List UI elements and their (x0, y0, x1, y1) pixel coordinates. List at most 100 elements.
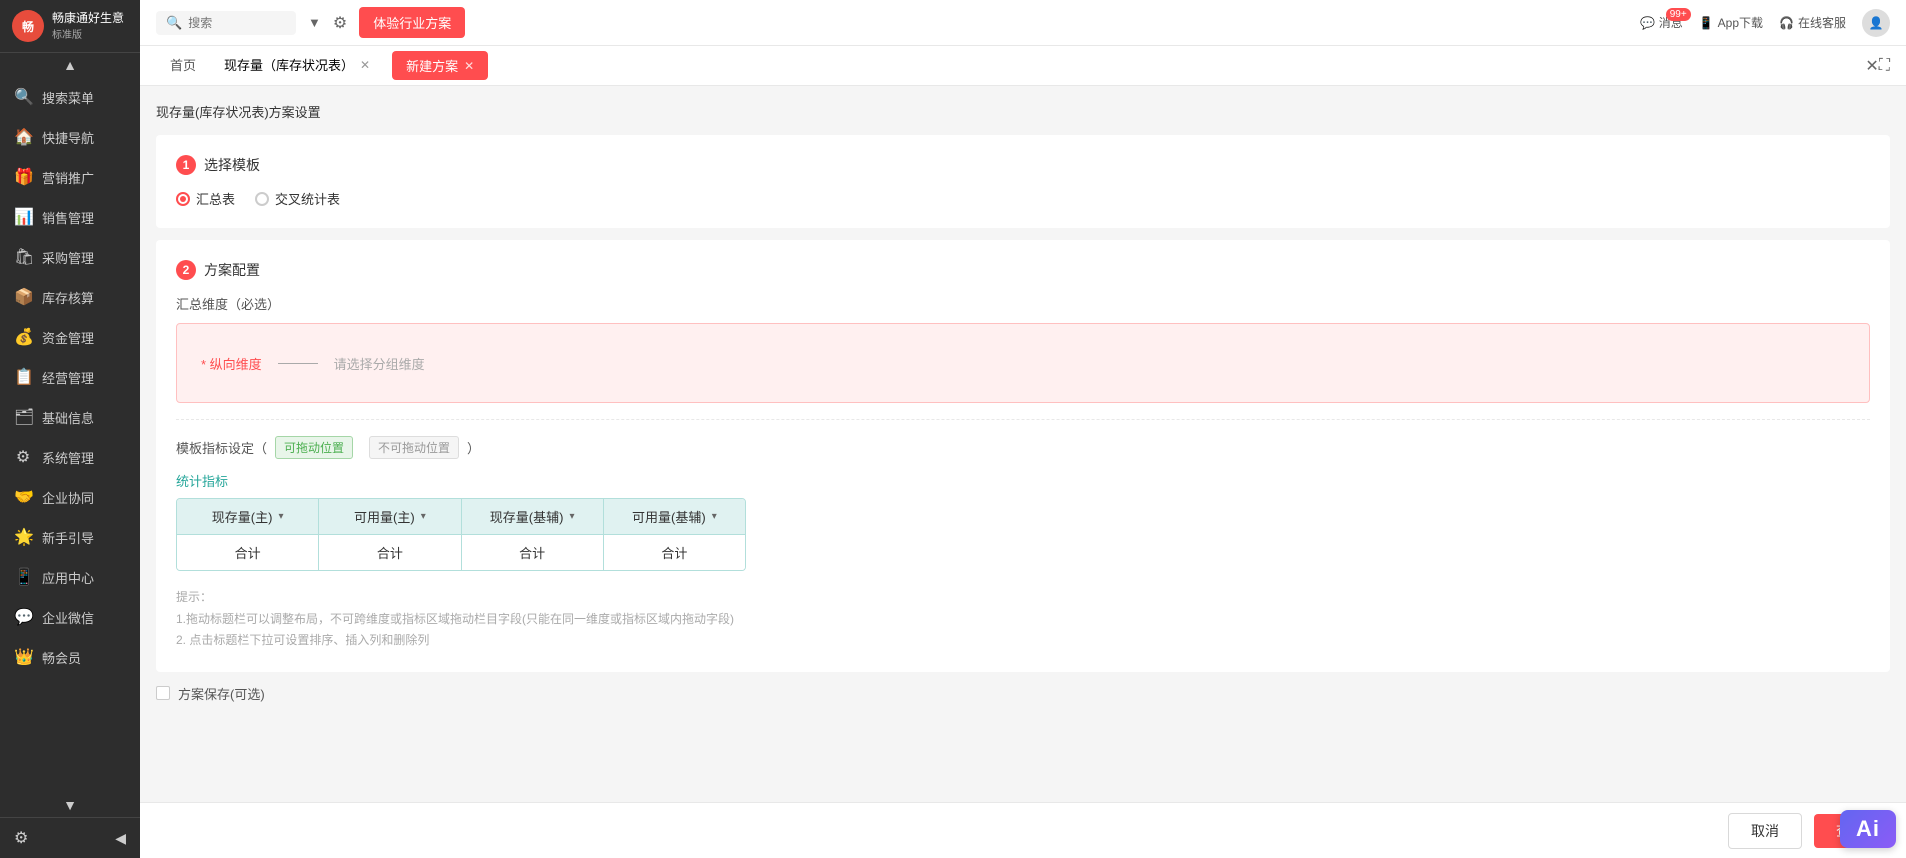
dimension-box[interactable]: * 纵向维度 请选择分组维度 (176, 323, 1870, 403)
collapse-icon[interactable]: ◀ (115, 830, 126, 847)
tab-inventory-status[interactable]: 现存量（库存状况表） ✕ (210, 47, 384, 84)
messages-wrap[interactable]: 💬 消息 99+ (1640, 14, 1682, 31)
settings-icon[interactable]: ⚙ (14, 828, 28, 848)
col-header-label-2: 现存量(基辅) (490, 507, 564, 526)
tips-section: 提示： 1.拖动标题栏可以调整布局，不可跨维度或指标区域拖动栏目字段(只能在同一… (176, 587, 1870, 652)
stats-title: 统计指标 (176, 471, 1870, 490)
quick-nav-icon: 🏠 (14, 127, 32, 147)
indicator-close-paren: ） (467, 438, 480, 457)
sidebar-item-new-guide[interactable]: 🌟 新手引导 (0, 517, 140, 557)
search-box[interactable]: 🔍 (156, 11, 296, 35)
chevron-icon-3: ▾ (712, 511, 717, 522)
expand-panel-btn[interactable]: ⛶ (1879, 57, 1890, 75)
tab-new-scheme[interactable]: 新建方案 ✕ (392, 51, 488, 80)
tabs-bar: 首页 现存量（库存状况表） ✕ 新建方案 ✕ ✕ ⛶ (140, 46, 1906, 86)
col-header-0[interactable]: 现存量(主) ▾ (177, 499, 319, 534)
topbar-left: 🔍 ▼ ⚙ 体验行业方案 (156, 7, 465, 38)
radio-cross[interactable]: 交叉统计表 (255, 189, 340, 208)
sidebar-item-label: 资金管理 (42, 328, 94, 347)
search-input[interactable] (188, 16, 286, 30)
save-option: 方案保存(可选) (156, 684, 1890, 703)
col-header-label-3: 可用量(基辅) (632, 507, 706, 526)
tab-new-close[interactable]: ✕ (464, 59, 474, 73)
main-area: 🔍 ▼ ⚙ 体验行业方案 💬 消息 99+ 📱 App下载 🎧 在线客服 👤 (140, 0, 1906, 858)
tip-2: 2. 点击标题栏下拉可设置排序、插入列和删除列 (176, 630, 1870, 652)
step2-card: 2 方案配置 汇总维度（必选） * 纵向维度 请选择分组维度 模板指标设定（ 可… (156, 240, 1890, 672)
sidebar-item-label: 企业微信 (42, 608, 94, 627)
aggregate-dim-label: 汇总维度（必选） (176, 294, 1870, 313)
sales-icon: 📊 (14, 207, 32, 227)
app-version: 标准版 (52, 26, 124, 41)
search-menu-icon: 🔍 (14, 87, 32, 107)
sidebar-item-app-center[interactable]: 📱 应用中心 (0, 557, 140, 597)
save-label: 方案保存(可选) (178, 684, 265, 703)
col-header-1[interactable]: 可用量(主) ▾ (319, 499, 461, 534)
online-service-btn[interactable]: 🎧 在线客服 (1779, 14, 1846, 31)
step1-card: 1 选择模板 汇总表 交叉统计表 (156, 135, 1890, 228)
ai-badge[interactable]: Ai (1840, 810, 1896, 848)
sidebar-item-operations[interactable]: 📋 经营管理 (0, 357, 140, 397)
sidebar-item-inventory[interactable]: 📦 库存核算 (0, 277, 140, 317)
stats-table: 现存量(主) ▾ 可用量(主) ▾ 现存量(基辅) ▾ 可用量(基辅) (176, 498, 746, 571)
indicator-setting-label: 模板指标设定（ 可拖动位置 不可拖动位置 ） (176, 436, 1870, 459)
sidebar-item-label: 企业协同 (42, 488, 94, 507)
app-download-icon: 📱 (1699, 16, 1714, 30)
tab-home-label: 首页 (170, 55, 196, 74)
sidebar-scroll-up[interactable]: ▲ (0, 53, 140, 77)
sidebar-item-label: 畅会员 (42, 648, 81, 667)
dropdown-icon[interactable]: ▼ (308, 15, 321, 30)
sidebar-item-enterprise[interactable]: 🤝 企业协同 (0, 477, 140, 517)
sidebar-item-label: 应用中心 (42, 568, 94, 587)
sidebar-scroll-down[interactable]: ▼ (0, 793, 140, 817)
close-panel-btn[interactable]: ✕ (1865, 56, 1878, 76)
chevron-icon-1: ▾ (421, 511, 426, 522)
basic-info-icon: 🗂 (14, 407, 32, 427)
settings-gear-icon[interactable]: ⚙ (333, 13, 347, 33)
app-logo-icon: 畅 (12, 10, 44, 42)
headset-icon: 🎧 (1779, 16, 1794, 30)
tab-home[interactable]: 首页 (156, 47, 210, 84)
sidebar-logo: 畅 畅康通好生意 标准版 (0, 0, 140, 53)
sidebar-item-search-menu[interactable]: 🔍 搜索菜单 (0, 77, 140, 117)
sidebar-item-finance[interactable]: 💰 资金管理 (0, 317, 140, 357)
sidebar-item-sales[interactable]: 📊 销售管理 (0, 197, 140, 237)
message-icon: 💬 (1640, 16, 1655, 30)
sidebar-item-vip[interactable]: 👑 畅会员 (0, 637, 140, 677)
enterprise-icon: 🤝 (14, 487, 32, 507)
messages-badge: 99+ (1666, 8, 1691, 21)
col-header-2[interactable]: 现存量(基辅) ▾ (462, 499, 604, 534)
step1-title: 选择模板 (204, 155, 260, 175)
tab-inventory-close[interactable]: ✕ (360, 58, 370, 72)
app-download-btn[interactable]: 📱 App下载 (1699, 14, 1763, 31)
purchase-icon: 🛍 (14, 247, 32, 267)
sidebar-item-marketing[interactable]: 🎁 营销推广 (0, 157, 140, 197)
chevron-icon-2: ▾ (569, 511, 574, 522)
user-avatar[interactable]: 👤 (1862, 9, 1890, 37)
col-data-3: 合计 (604, 535, 745, 570)
stats-table-header: 现存量(主) ▾ 可用量(主) ▾ 现存量(基辅) ▾ 可用量(基辅) (177, 499, 745, 534)
sidebar-item-basic-info[interactable]: 🗂 基础信息 (0, 397, 140, 437)
search-icon: 🔍 (166, 15, 182, 31)
step1-header: 1 选择模板 (176, 155, 1870, 175)
radio-summary[interactable]: 汇总表 (176, 189, 235, 208)
sidebar: 畅 畅康通好生意 标准版 ▲ 🔍 搜索菜单 🏠 快捷导航 🎁 营销推广 📊 销售… (0, 0, 140, 858)
sidebar-nav: 🔍 搜索菜单 🏠 快捷导航 🎁 营销推广 📊 销售管理 🛍 采购管理 📦 库存核… (0, 77, 140, 793)
sidebar-item-quick-nav[interactable]: 🏠 快捷导航 (0, 117, 140, 157)
stats-table-row: 合计 合计 合计 合计 (177, 534, 745, 570)
sidebar-item-label: 采购管理 (42, 248, 94, 267)
dimension-row: * 纵向维度 请选择分组维度 (201, 354, 425, 373)
trial-btn[interactable]: 体验行业方案 (359, 7, 465, 38)
col-header-label-0: 现存量(主) (212, 507, 273, 526)
sidebar-item-label: 营销推广 (42, 168, 94, 187)
col-header-label-1: 可用量(主) (354, 507, 415, 526)
cancel-button[interactable]: 取消 (1728, 813, 1802, 849)
dim-placeholder: 请选择分组维度 (334, 354, 425, 373)
save-checkbox[interactable] (156, 686, 170, 700)
vertical-dim-label: * 纵向维度 (201, 354, 262, 373)
sidebar-item-purchase[interactable]: 🛍 采购管理 (0, 237, 140, 277)
sidebar-item-label: 新手引导 (42, 528, 94, 547)
sidebar-item-wechat[interactable]: 💬 企业微信 (0, 597, 140, 637)
sidebar-item-system[interactable]: ⚙ 系统管理 (0, 437, 140, 477)
col-header-3[interactable]: 可用量(基辅) ▾ (604, 499, 745, 534)
vip-icon: 👑 (14, 647, 32, 667)
